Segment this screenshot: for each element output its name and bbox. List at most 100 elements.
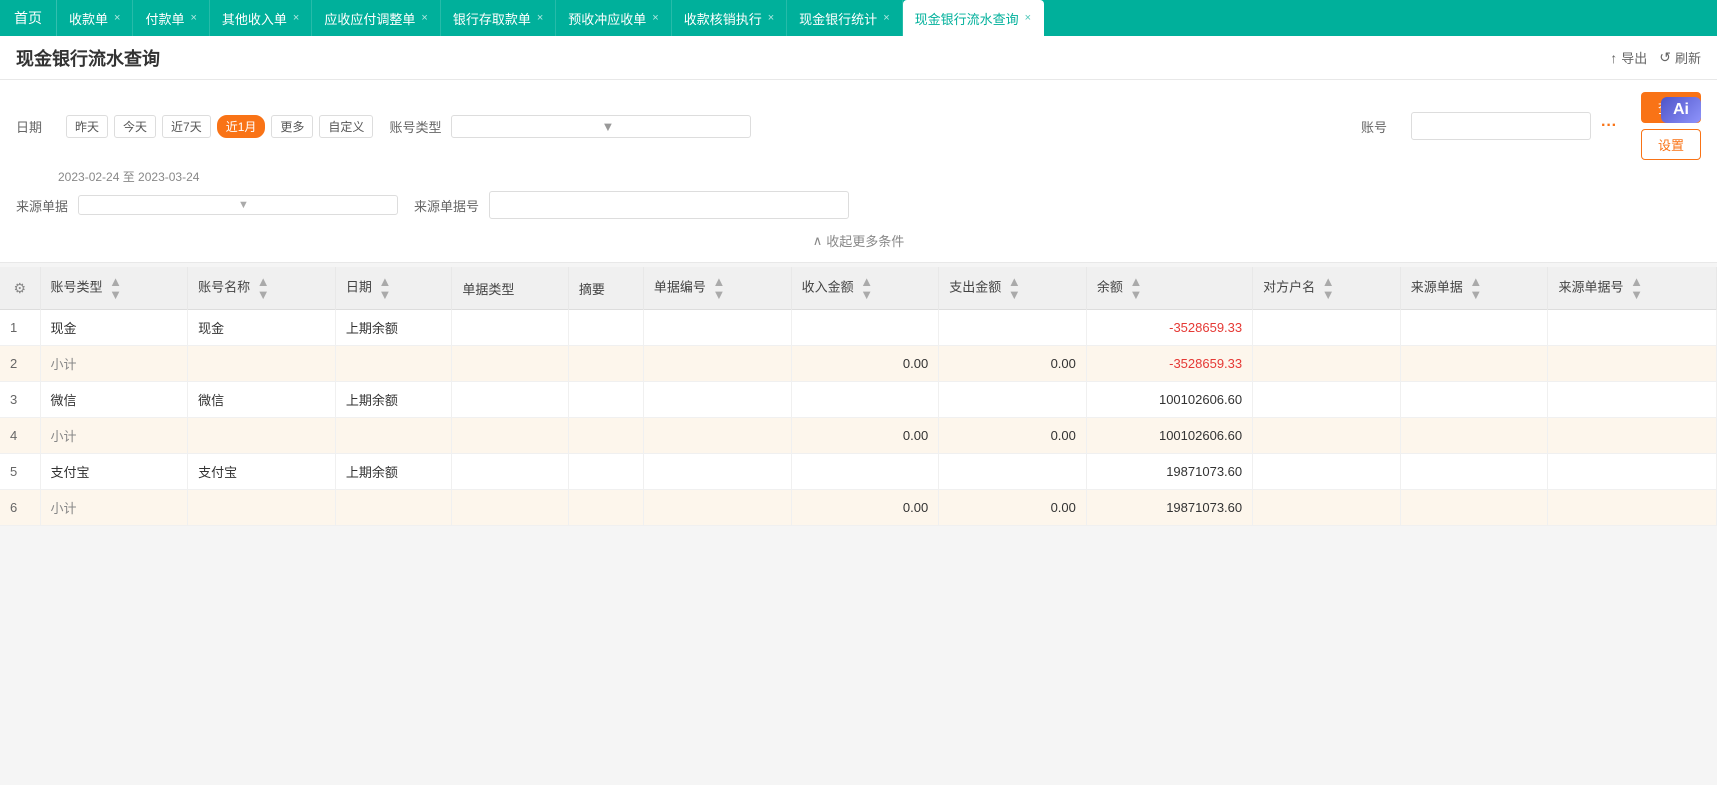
table-cell: 0.00: [791, 418, 939, 454]
table-cell: [643, 382, 791, 418]
table-cell: [1548, 382, 1717, 418]
col-source-no[interactable]: 来源单据号 ▲▼: [1548, 267, 1717, 310]
col-voucher-type[interactable]: 单据类型: [452, 267, 569, 310]
table-cell: [452, 454, 569, 490]
nav-tab-tongji[interactable]: 现金银行统计 ×: [787, 0, 902, 36]
ai-badge[interactable]: Ai: [1661, 97, 1701, 123]
source-voucher-no-filter: 来源单据号: [414, 191, 1701, 219]
header-bar: 现金银行流水查询 ↑ 导出 ↺ 刷新: [0, 36, 1717, 80]
date-btn-1month[interactable]: 近1月: [217, 115, 266, 138]
nav-tab-liushui[interactable]: 现金银行流水查询 ×: [903, 0, 1044, 36]
table-cell: [568, 418, 643, 454]
close-icon[interactable]: ×: [421, 12, 427, 24]
col-voucher-no[interactable]: 单据编号 ▲▼: [643, 267, 791, 310]
sort-icon: ▲▼: [378, 275, 391, 301]
table-cell: [791, 310, 939, 346]
table-row[interactable]: 4小计0.000.00100102606.60: [0, 418, 1717, 454]
table-cell: -3528659.33: [1086, 310, 1252, 346]
col-counterpart[interactable]: 对方户名 ▲▼: [1253, 267, 1401, 310]
source-voucher-select[interactable]: ▼: [78, 195, 398, 215]
table-cell: 4: [0, 418, 40, 454]
nav-tab-yushou[interactable]: 预收冲应收单 ×: [556, 0, 671, 36]
table-header: ⚙ 账号类型 ▲▼ 账号名称 ▲▼ 日期 ▲▼ 单据类型 摘: [0, 267, 1717, 310]
nav-tab-hexiao[interactable]: 收款核销执行 ×: [672, 0, 787, 36]
account-type-label: 账号类型: [389, 117, 441, 136]
table-row[interactable]: 6小计0.000.0019871073.60: [0, 490, 1717, 526]
date-btn-7days[interactable]: 近7天: [162, 115, 211, 138]
col-account-type[interactable]: 账号类型 ▲▼: [40, 267, 188, 310]
table-cell: 支付宝: [188, 454, 336, 490]
nav-tab-qita[interactable]: 其他收入单 ×: [210, 0, 312, 36]
table-row[interactable]: 2小计0.000.00-3528659.33: [0, 346, 1717, 382]
gear-icon[interactable]: ⚙: [13, 280, 26, 296]
table-cell: [1548, 346, 1717, 382]
dots-button[interactable]: ···: [1601, 117, 1617, 135]
chevron-up-icon: ∧: [813, 233, 823, 249]
col-account-name[interactable]: 账号名称 ▲▼: [188, 267, 336, 310]
table-cell: [1253, 490, 1401, 526]
col-summary[interactable]: 摘要: [568, 267, 643, 310]
col-settings[interactable]: ⚙: [0, 267, 40, 310]
table-cell: -3528659.33: [1086, 346, 1252, 382]
date-btn-yesterday[interactable]: 昨天: [66, 115, 108, 138]
table-cell: 小计: [40, 346, 188, 382]
table-cell: [939, 310, 1087, 346]
sort-icon: ▲▼: [257, 275, 270, 301]
table-cell: 0.00: [939, 346, 1087, 382]
source-voucher-label: 来源单据: [16, 196, 68, 215]
refresh-button[interactable]: ↺ 刷新: [1659, 48, 1701, 67]
collapse-button[interactable]: ∧ 收起更多条件: [16, 227, 1701, 254]
export-button[interactable]: ↑ 导出: [1610, 48, 1647, 67]
col-income[interactable]: 收入金额 ▲▼: [791, 267, 939, 310]
nav-tab-shoudan[interactable]: 收款单 ×: [57, 0, 133, 36]
table-row[interactable]: 1现金现金上期余额-3528659.33: [0, 310, 1717, 346]
table-row[interactable]: 5支付宝支付宝上期余额19871073.60: [0, 454, 1717, 490]
table-cell: 2: [0, 346, 40, 382]
table-cell: [1548, 454, 1717, 490]
table-cell: [335, 490, 452, 526]
table-cell: [643, 454, 791, 490]
table-cell: 支付宝: [40, 454, 188, 490]
close-icon[interactable]: ×: [537, 12, 543, 24]
close-icon[interactable]: ×: [1025, 12, 1031, 24]
settings-button[interactable]: 设置: [1641, 129, 1701, 160]
table-cell: 1: [0, 310, 40, 346]
close-icon[interactable]: ×: [293, 12, 299, 24]
filter-area: 日期 昨天 今天 近7天 近1月 更多 自定义 账号类型 ▼ 账号 ··· 查: [0, 80, 1717, 263]
table-row[interactable]: 3微信微信上期余额100102606.60: [0, 382, 1717, 418]
table-cell: 100102606.60: [1086, 418, 1252, 454]
table-cell: 19871073.60: [1086, 490, 1252, 526]
table-cell: 现金: [40, 310, 188, 346]
nav-tab-yinhang[interactable]: 银行存取款单 ×: [441, 0, 556, 36]
table-cell: [188, 490, 336, 526]
sort-icon: ▲▼: [713, 275, 726, 301]
date-btn-custom[interactable]: 自定义: [319, 115, 373, 138]
table-cell: [452, 346, 569, 382]
account-type-filter: 账号类型 ▼: [389, 115, 1345, 138]
col-source[interactable]: 来源单据 ▲▼: [1400, 267, 1548, 310]
date-range-text: 2023-02-24 至 2023-03-24: [58, 170, 199, 184]
account-no-input[interactable]: [1411, 112, 1591, 140]
close-icon[interactable]: ×: [190, 12, 196, 24]
table-cell: [1400, 310, 1548, 346]
close-icon[interactable]: ×: [114, 12, 120, 24]
table-cell: [452, 310, 569, 346]
close-icon[interactable]: ×: [883, 12, 889, 24]
table-cell: [1400, 490, 1548, 526]
table-cell: [188, 418, 336, 454]
source-voucher-no-input[interactable]: [489, 191, 849, 219]
col-balance[interactable]: 余额 ▲▼: [1086, 267, 1252, 310]
nav-tab-tiaozheng[interactable]: 应收应付调整单 ×: [312, 0, 440, 36]
table-cell: [1548, 490, 1717, 526]
col-date[interactable]: 日期 ▲▼: [335, 267, 452, 310]
nav-tab-fukudan[interactable]: 付款单 ×: [133, 0, 209, 36]
close-icon[interactable]: ×: [768, 12, 774, 24]
table-cell: [939, 454, 1087, 490]
date-btn-more[interactable]: 更多: [271, 115, 313, 138]
table-cell: [1400, 346, 1548, 382]
close-icon[interactable]: ×: [652, 12, 658, 24]
nav-home[interactable]: 首页: [0, 0, 57, 36]
date-btn-today[interactable]: 今天: [114, 115, 156, 138]
col-expense[interactable]: 支出金额 ▲▼: [939, 267, 1087, 310]
account-type-select[interactable]: ▼: [451, 115, 751, 138]
